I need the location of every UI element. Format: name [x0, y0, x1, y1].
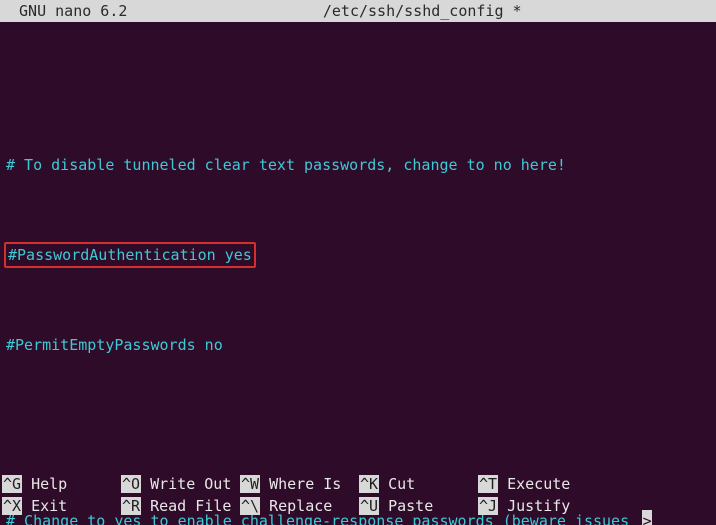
help-item — [597, 495, 714, 517]
help-label: Write Out — [150, 475, 231, 493]
help-label: Justify — [507, 497, 570, 515]
help-item[interactable]: ^G Help — [2, 473, 119, 495]
help-item[interactable]: ^O Write Out — [121, 473, 238, 495]
help-label: Where Is — [269, 475, 341, 493]
titlebar: GNU nano 6.2 /etc/ssh/sshd_config * — [0, 0, 716, 22]
keycap: ^\ — [240, 497, 260, 515]
keycap: ^G — [2, 475, 22, 493]
help-item — [597, 473, 714, 495]
help-item[interactable]: ^R Read File — [121, 495, 238, 517]
help-label: Exit — [31, 497, 67, 515]
help-item[interactable]: ^X Exit — [2, 495, 119, 517]
help-label: Paste — [388, 497, 433, 515]
config-line: #PermitEmptyPasswords no — [6, 334, 710, 356]
highlight-box: #PasswordAuthentication yes — [4, 242, 256, 268]
help-label: Cut — [388, 475, 415, 493]
keycap: ^U — [359, 497, 379, 515]
config-line-highlighted: #PasswordAuthentication yes — [6, 242, 710, 268]
keycap: ^R — [121, 497, 141, 515]
help-label: Execute — [507, 475, 570, 493]
keycap: ^J — [478, 497, 498, 515]
blank-line — [6, 422, 710, 444]
keycap: ^W — [240, 475, 260, 493]
keycap: ^T — [478, 475, 498, 493]
help-bar: ^G Help ^O Write Out ^W Where Is ^K Cut … — [2, 473, 714, 517]
editor-viewport[interactable]: # To disable tunneled clear text passwor… — [0, 22, 716, 525]
help-item[interactable]: ^J Justify — [478, 495, 595, 517]
config-line: # To disable tunneled clear text passwor… — [6, 154, 710, 176]
help-label: Read File — [150, 497, 231, 515]
help-row-1: ^G Help ^O Write Out ^W Where Is ^K Cut … — [2, 473, 714, 495]
help-row-2: ^X Exit ^R Read File ^\ Replace ^U Paste… — [2, 495, 714, 517]
help-item[interactable]: ^U Paste — [359, 495, 476, 517]
help-item[interactable]: ^W Where Is — [240, 473, 357, 495]
blank-line — [6, 66, 710, 88]
keycap: ^X — [2, 497, 22, 515]
help-item[interactable]: ^K Cut — [359, 473, 476, 495]
help-item[interactable]: ^T Execute — [478, 473, 595, 495]
help-label: Replace — [269, 497, 332, 515]
app-name: GNU nano 6.2 — [0, 0, 136, 22]
help-label: Help — [31, 475, 67, 493]
titlebar-right — [708, 0, 716, 22]
file-path: /etc/ssh/sshd_config * — [136, 0, 708, 22]
keycap: ^K — [359, 475, 379, 493]
help-item[interactable]: ^\ Replace — [240, 495, 357, 517]
keycap: ^O — [121, 475, 141, 493]
